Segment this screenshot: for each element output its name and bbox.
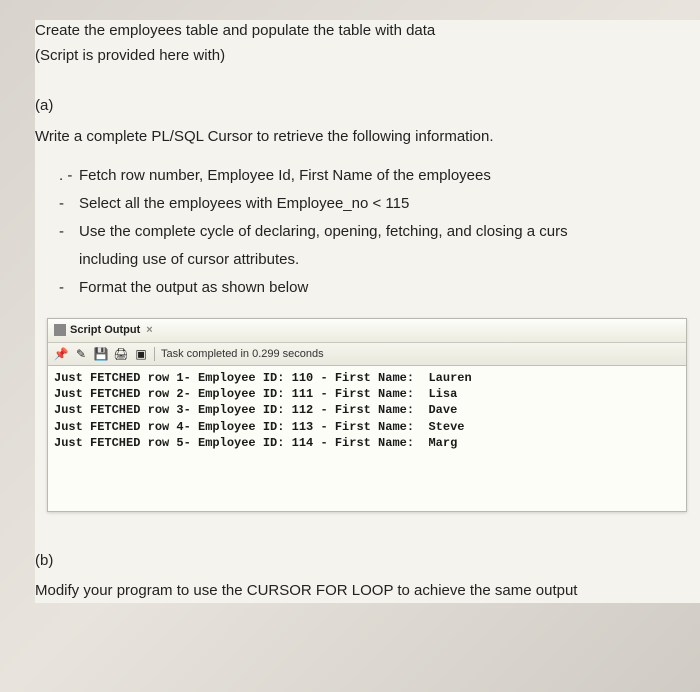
panel-toolbar: 📌 ✎ 💾 🖨 ▣ Task completed in 0.299 second… (48, 343, 686, 367)
output-line: Just FETCHED row 2- Employee ID: 111 - F… (54, 386, 680, 402)
bullet-dash-icon: - (55, 192, 79, 216)
toolbar-separator (154, 347, 155, 361)
print-icon[interactable]: 🖨 (114, 347, 128, 361)
intro-line-1: Create the employees table and populate … (35, 20, 700, 43)
part-a-label: (a) (35, 95, 700, 118)
bullet-text: Format the output as shown below (79, 276, 700, 300)
clear-icon[interactable]: ▣ (134, 347, 148, 361)
close-icon[interactable]: × (146, 322, 152, 339)
part-b-section: (b) Modify your program to use the CURSO… (35, 550, 700, 603)
intro-line-2: (Script is provided here with) (35, 45, 700, 68)
output-line: Just FETCHED row 1- Employee ID: 110 - F… (54, 370, 680, 386)
part-a-prompt: Write a complete PL/SQL Cursor to retrie… (35, 126, 700, 149)
bullet-text: Use the complete cycle of declaring, ope… (79, 220, 700, 244)
part-b-prompt: Modify your program to use the CURSOR FO… (35, 580, 700, 603)
output-line: Just FETCHED row 4- Employee ID: 113 - F… (54, 419, 680, 435)
script-output-panel: Script Output × 📌 ✎ 💾 🖨 ▣ Task completed… (47, 318, 687, 512)
bullet-item: including use of cursor attributes. (55, 248, 700, 272)
bullet-item: - Use the complete cycle of declaring, o… (55, 220, 700, 244)
bullet-text: including use of cursor attributes. (79, 248, 700, 272)
output-line: Just FETCHED row 5- Employee ID: 114 - F… (54, 435, 680, 451)
bullet-text: Fetch row number, Employee Id, First Nam… (79, 164, 700, 188)
bullet-dash-icon: - (55, 220, 79, 244)
part-b-label: (b) (35, 550, 700, 573)
save-icon[interactable]: 💾 (94, 347, 108, 361)
document-page: Create the employees table and populate … (35, 20, 700, 603)
bullet-item: - Format the output as shown below (55, 276, 700, 300)
bullet-text: Select all the employees with Employee_n… (79, 192, 700, 216)
pin-icon[interactable]: 📌 (54, 347, 68, 361)
task-status: Task completed in 0.299 seconds (161, 346, 324, 363)
pencil-icon[interactable]: ✎ (74, 347, 88, 361)
tab-label: Script Output (70, 322, 140, 339)
bullet-list: . - Fetch row number, Employee Id, First… (55, 164, 700, 300)
bullet-dash-icon: . - (55, 164, 79, 188)
script-output-tab-icon (54, 324, 66, 336)
panel-tab-bar: Script Output × (48, 319, 686, 343)
bullet-item: - Select all the employees with Employee… (55, 192, 700, 216)
bullet-item: . - Fetch row number, Employee Id, First… (55, 164, 700, 188)
bullet-dash-icon: - (55, 276, 79, 300)
output-line: Just FETCHED row 3- Employee ID: 112 - F… (54, 402, 680, 418)
output-body: Just FETCHED row 1- Employee ID: 110 - F… (48, 366, 686, 511)
